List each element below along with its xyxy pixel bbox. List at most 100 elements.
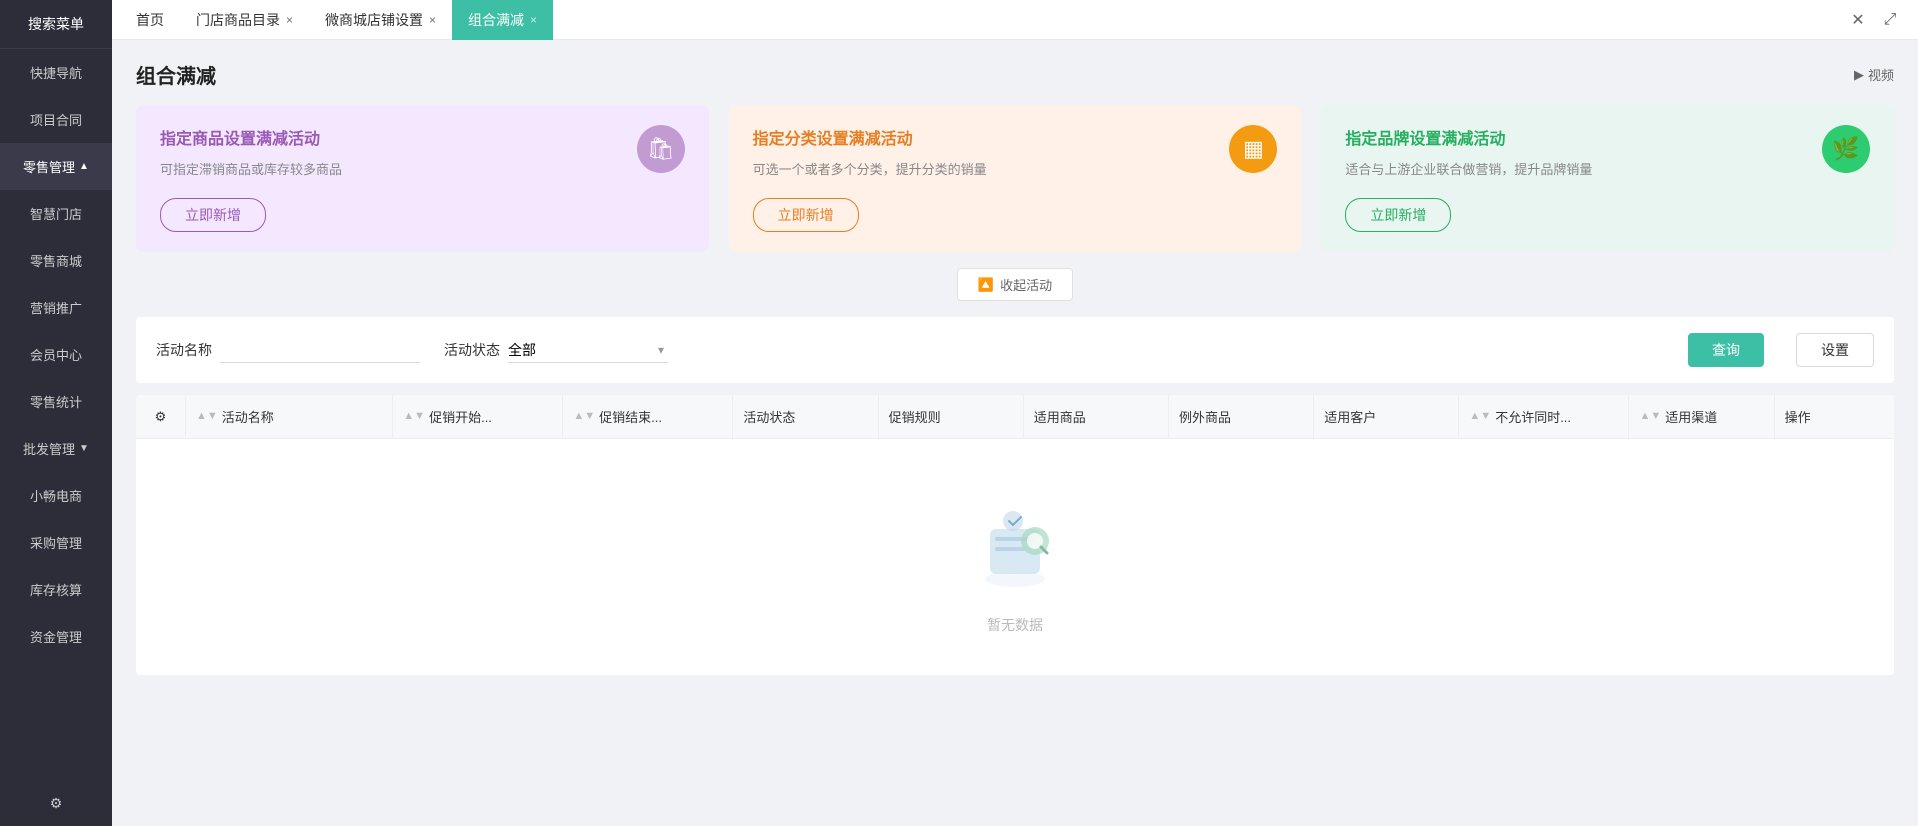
sort-icon[interactable]: ▲▼: [403, 411, 425, 422]
collapse-up-icon: 🔼: [978, 277, 994, 293]
sidebar-item-purchase-mgmt[interactable]: 采购管理: [0, 519, 112, 566]
card-goods-add-btn[interactable]: 立即新增: [160, 198, 266, 232]
empty-text: 暂无数据: [987, 615, 1043, 635]
card-brand-desc: 适合与上游企业联合做营销，提升品牌销量: [1345, 159, 1870, 178]
th-not-allow-together: ▲▼ 不允许同时...: [1459, 395, 1629, 438]
arrow-down-icon: ▼: [79, 443, 89, 454]
content-area: 组合满减 ▶ 视频 🛍 指定商品设置满减活动 可指定滞销商品或库存较多商品 立即…: [112, 40, 1918, 826]
th-action-label: 操作: [1785, 407, 1811, 426]
card-category-add-btn[interactable]: 立即新增: [753, 198, 859, 232]
activity-status-select-wrapper: 全部 进行中 已结束 未开始 ▾: [508, 338, 668, 363]
tab-controls: ✕ ⤢: [1846, 8, 1910, 32]
tab-bar: 首页 门店商品目录 × 微商城店铺设置 × 组合满减 × ✕ ⤢: [112, 0, 1918, 40]
maximize-window-btn[interactable]: ⤢: [1878, 8, 1902, 32]
sidebar-item-label: 资金管理: [30, 627, 82, 646]
tab-wechat-store-close[interactable]: ×: [429, 13, 436, 27]
sidebar-search[interactable]: 搜索菜单: [0, 0, 112, 49]
th-applicable-channel-label: 适用渠道: [1665, 407, 1717, 426]
tab-combo-discount-close[interactable]: ×: [530, 13, 537, 27]
video-link[interactable]: ▶ 视频: [1854, 65, 1894, 84]
th-action: 操作: [1775, 395, 1894, 438]
th-promo-start-label: 促销开始...: [429, 407, 492, 426]
sidebar-item-label: 智慧门店: [30, 204, 82, 223]
card-goods-desc: 可指定滞销商品或库存较多商品: [160, 159, 685, 178]
tab-store-catalog-close[interactable]: ×: [286, 13, 293, 27]
empty-illustration: [965, 499, 1065, 599]
sort-icon[interactable]: ▲▼: [196, 411, 218, 422]
collapse-label: 收起活动: [1000, 275, 1052, 294]
sidebar-item-finance[interactable]: 资金管理: [0, 613, 112, 660]
sort-icon[interactable]: ▲▼: [1639, 411, 1661, 422]
card-category-desc: 可选一个或者多个分类，提升分类的销量: [753, 159, 1278, 178]
sidebar-item-marketing[interactable]: 营销推广: [0, 284, 112, 331]
sidebar-item-retail-mgmt[interactable]: 零售管理 ▲: [0, 143, 112, 190]
activity-name-label: 活动名称: [156, 340, 212, 360]
sidebar-item-smart-store[interactable]: 智慧门店: [0, 190, 112, 237]
sidebar-item-label: 项目合同: [30, 110, 82, 129]
th-gear[interactable]: ⚙: [136, 397, 186, 437]
play-circle-icon: ▶: [1854, 67, 1864, 83]
activity-status-select[interactable]: 全部 进行中 已结束 未开始: [508, 338, 668, 363]
tab-store-catalog[interactable]: 门店商品目录 ×: [180, 0, 309, 40]
th-not-allow-together-label: 不允许同时...: [1495, 407, 1571, 426]
search-bar: 活动名称 活动状态 全部 进行中 已结束 未开始 ▾ 查询 设置: [136, 317, 1894, 383]
sidebar-item-retail-stats[interactable]: 零售统计: [0, 378, 112, 425]
sidebar-item-label: 零售商城: [30, 251, 82, 270]
search-activity-name-field: 活动名称: [156, 338, 420, 363]
card-goods: 🛍 指定商品设置满减活动 可指定滞销商品或库存较多商品 立即新增: [136, 105, 709, 252]
card-category-title: 指定分类设置满减活动: [753, 125, 1278, 149]
th-applicable-customer-label: 适用客户: [1324, 407, 1376, 426]
sidebar-item-retail-mall[interactable]: 零售商城: [0, 237, 112, 284]
page-title: 组合满减: [136, 60, 216, 89]
tab-wechat-store[interactable]: 微商城店铺设置 ×: [309, 0, 452, 40]
empty-state: 暂无数据: [136, 439, 1894, 675]
card-brand-title: 指定品牌设置满减活动: [1345, 125, 1870, 149]
sidebar-item-project-contract[interactable]: 项目合同: [0, 96, 112, 143]
sidebar-item-label: 小畅电商: [30, 486, 82, 505]
gear-icon: ⚙: [155, 409, 167, 425]
activity-status-label: 活动状态: [444, 340, 500, 360]
card-brand: 🌿 指定品牌设置满减活动 适合与上游企业联合做营销，提升品牌销量 立即新增: [1321, 105, 1894, 252]
sidebar-item-label: 零售管理: [23, 157, 75, 176]
query-button[interactable]: 查询: [1688, 333, 1764, 367]
sort-icon[interactable]: ▲▼: [1469, 411, 1491, 422]
sidebar-item-label: 批发管理: [23, 439, 75, 458]
th-promo-start: ▲▼ 促销开始...: [393, 395, 563, 438]
sidebar-item-label: 采购管理: [30, 533, 82, 552]
sidebar-item-xiaochangec[interactable]: 小畅电商: [0, 472, 112, 519]
card-goods-title: 指定商品设置满减活动: [160, 125, 685, 149]
cards-row: 🛍 指定商品设置满减活动 可指定滞销商品或库存较多商品 立即新增 ▦ 指定分类设…: [136, 105, 1894, 252]
th-activity-name: ▲▼ 活动名称: [186, 395, 393, 438]
th-applicable-customer: 适用客户: [1314, 395, 1459, 438]
data-table: ⚙ ▲▼ 活动名称 ▲▼ 促销开始... ▲▼ 促销结束... 活动状态: [136, 395, 1894, 675]
sidebar-item-wholesale-mgmt[interactable]: 批发管理 ▼: [0, 425, 112, 472]
tab-combo-discount-label: 组合满减: [468, 10, 524, 30]
search-activity-status-field: 活动状态 全部 进行中 已结束 未开始 ▾: [444, 338, 668, 363]
tab-combo-discount[interactable]: 组合满减 ×: [452, 0, 553, 40]
sidebar-item-label: 零售统计: [30, 392, 82, 411]
main-content: 首页 门店商品目录 × 微商城店铺设置 × 组合满减 × ✕ ⤢ 组合满减 ▶ …: [112, 0, 1918, 826]
sidebar-item-inventory[interactable]: 库存核算: [0, 566, 112, 613]
sidebar-settings[interactable]: ⚙: [0, 781, 112, 826]
th-applicable-channel: ▲▼ 适用渠道: [1629, 395, 1774, 438]
tab-store-catalog-label: 门店商品目录: [196, 10, 280, 30]
tab-wechat-store-label: 微商城店铺设置: [325, 10, 423, 30]
sidebar-item-label: 会员中心: [30, 345, 82, 364]
activity-name-input[interactable]: [220, 338, 420, 363]
video-label: 视频: [1868, 65, 1894, 84]
tab-home[interactable]: 首页: [120, 0, 180, 40]
th-applicable-goods: 适用商品: [1024, 395, 1169, 438]
sidebar: 搜索菜单 快捷导航 项目合同 零售管理 ▲ 智慧门店 零售商城 营销推广 会员中…: [0, 0, 112, 826]
sidebar-item-label: 库存核算: [30, 580, 82, 599]
collapse-bar: 🔼 收起活动: [136, 268, 1894, 301]
card-brand-add-btn[interactable]: 立即新增: [1345, 198, 1451, 232]
setting-button[interactable]: 设置: [1796, 333, 1874, 367]
settings-icon: ⚙: [50, 795, 63, 811]
sort-icon[interactable]: ▲▼: [573, 411, 595, 422]
sidebar-item-member-center[interactable]: 会员中心: [0, 331, 112, 378]
th-activity-name-label: 活动名称: [222, 407, 274, 426]
sidebar-item-quick-nav[interactable]: 快捷导航: [0, 49, 112, 96]
collapse-btn[interactable]: 🔼 收起活动: [957, 268, 1073, 301]
card-category-icon: ▦: [1229, 125, 1277, 173]
close-window-btn[interactable]: ✕: [1846, 8, 1870, 32]
